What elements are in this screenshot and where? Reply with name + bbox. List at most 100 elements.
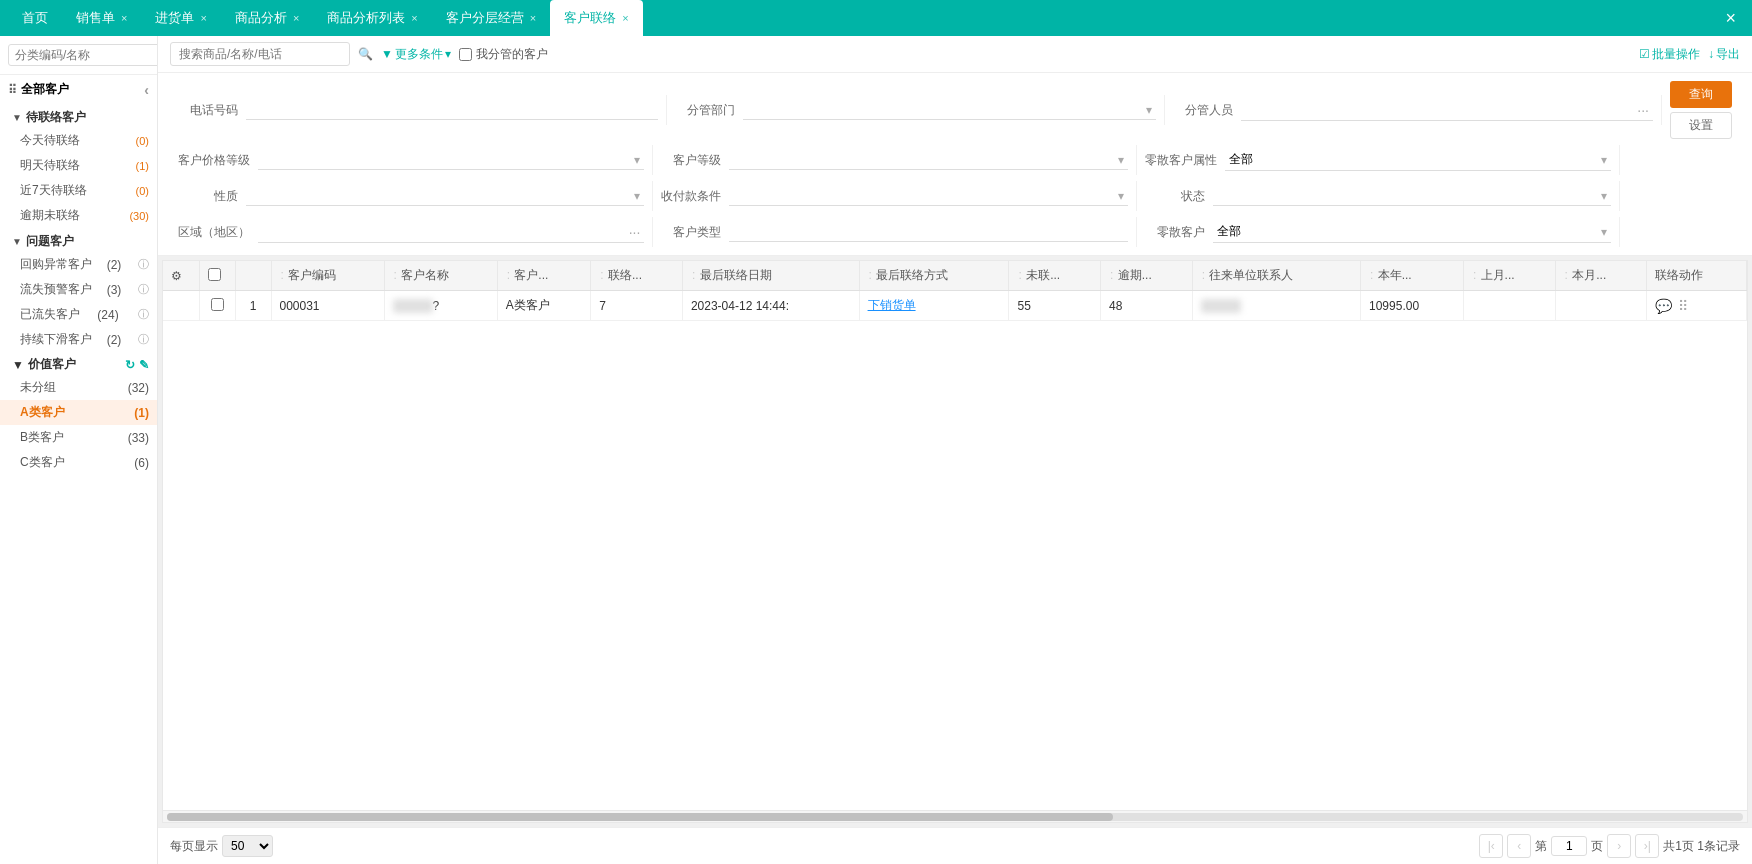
problem-group-label: ▼ 问题客户 xyxy=(0,228,157,252)
churn-warning-info-icon: ⓘ xyxy=(138,282,149,297)
scrollbar-track[interactable] xyxy=(167,813,1743,821)
more-conditions-btn[interactable]: ▼ 更多条件 ▾ xyxy=(381,46,451,63)
col-this-year[interactable]: : 本年... xyxy=(1361,261,1464,291)
payment-dropdown[interactable]: ▾ xyxy=(729,187,1127,206)
close-sales-tab[interactable]: × xyxy=(121,12,127,24)
col-last-contact-method[interactable]: : 最后联络方式 xyxy=(859,261,1009,291)
tab-customer-contact[interactable]: 客户联络 × xyxy=(550,0,642,36)
sidebar-item-today-pending[interactable]: 今天待联络 (0) xyxy=(0,128,157,153)
col-not-contacted[interactable]: : 未联... xyxy=(1009,261,1101,291)
sidebar-search-input[interactable] xyxy=(8,44,158,66)
col-unit-contact[interactable]: : 往来单位联系人 xyxy=(1192,261,1360,291)
tab-purchase[interactable]: 进货单 × xyxy=(141,0,220,36)
filter-cell-customer-type: 客户类型 xyxy=(653,217,1136,247)
customer-type-input[interactable] xyxy=(729,223,1127,242)
tab-goods-analysis[interactable]: 商品分析 × xyxy=(221,0,313,36)
setting-button[interactable]: 设置 xyxy=(1670,112,1732,139)
retail-attr-value: 全部 xyxy=(1229,151,1253,168)
page-input[interactable] xyxy=(1551,836,1587,856)
price-grade-dropdown[interactable]: ▾ xyxy=(258,151,644,170)
per-page-selector: 每页显示 50 100 200 xyxy=(170,835,273,857)
export-button[interactable]: ↓ 导出 xyxy=(1708,46,1740,63)
dept-dropdown[interactable]: ▾ xyxy=(743,101,1155,120)
customer-grade-dropdown[interactable]: ▾ xyxy=(729,151,1127,170)
tab-customer-segment[interactable]: 客户分层经营 × xyxy=(432,0,550,36)
manager-dropdown[interactable]: ··· xyxy=(1241,100,1653,121)
row-action-cell: 💬 ⠿ xyxy=(1647,291,1747,321)
sidebar-item-declining[interactable]: 持续下滑客户 (2) ⓘ xyxy=(0,327,157,352)
col-settings[interactable]: ⚙ xyxy=(163,261,199,291)
col-contact[interactable]: : 联络... xyxy=(591,261,683,291)
sidebar-item-b-class[interactable]: B类客户 (33) xyxy=(0,425,157,450)
retail-attr-dropdown[interactable]: 全部 ▾ xyxy=(1225,149,1611,171)
retail-arrow-icon: ▾ xyxy=(1601,225,1607,239)
status-dropdown[interactable]: ▾ xyxy=(1213,187,1611,206)
close-customer-segment-tab[interactable]: × xyxy=(530,12,536,24)
nature-dropdown[interactable]: ▾ xyxy=(246,187,644,206)
phone-input[interactable] xyxy=(246,101,658,120)
col-overdue[interactable]: : 逾期... xyxy=(1101,261,1193,291)
sidebar-item-overdue-pending[interactable]: 逾期未联络 (30) xyxy=(0,203,157,228)
first-page-btn[interactable]: |‹ xyxy=(1479,834,1503,858)
sidebar-item-c-class[interactable]: C类客户 (6) xyxy=(0,450,157,475)
col-seq xyxy=(235,261,271,291)
close-purchase-tab[interactable]: × xyxy=(200,12,206,24)
last-contact-method-link[interactable]: 下销货单 xyxy=(868,298,916,312)
filter-search-input[interactable] xyxy=(170,42,350,66)
my-customers-filter[interactable]: 我分管的客户 xyxy=(459,46,548,63)
close-all-tabs[interactable]: × xyxy=(1717,8,1744,29)
sidebar-item-a-class[interactable]: A类客户 (1) xyxy=(0,400,157,425)
my-customers-checkbox[interactable] xyxy=(459,48,472,61)
select-all-checkbox[interactable] xyxy=(208,268,221,281)
sidebar-item-churned[interactable]: 已流失客户 (24) ⓘ xyxy=(0,302,157,327)
edit-group-icon[interactable]: ✎ xyxy=(139,358,149,372)
sidebar-item-abnormal-repurchase[interactable]: 回购异常客户 (2) ⓘ xyxy=(0,252,157,277)
filter-cell-nature: 性质 ▾ xyxy=(170,181,653,211)
prev-page-btn[interactable]: ‹ xyxy=(1507,834,1531,858)
payment-arrow-icon: ▾ xyxy=(1118,189,1124,203)
last-page-btn[interactable]: ›| xyxy=(1635,834,1659,858)
filter-search-icon[interactable]: 🔍 xyxy=(358,47,373,61)
col-last-contact-date[interactable]: : 最后联络日期 xyxy=(682,261,859,291)
tab-home[interactable]: 首页 xyxy=(8,0,62,36)
tri-icon3: ▼ xyxy=(12,358,24,372)
col-last-month[interactable]: : 上月... xyxy=(1463,261,1555,291)
tab-goods-analysis-list[interactable]: 商品分析列表 × xyxy=(313,0,431,36)
sidebar-item-7days-pending[interactable]: 近7天待联络 (0) xyxy=(0,178,157,203)
col-this-month[interactable]: : 本月... xyxy=(1555,261,1647,291)
col-name[interactable]: : 客户名称 xyxy=(384,261,497,291)
query-button[interactable]: 查询 xyxy=(1670,81,1732,108)
per-page-select[interactable]: 50 100 200 xyxy=(222,835,273,857)
batch-op-button[interactable]: ☑ 批量操作 xyxy=(1639,46,1700,63)
sidebar-item-unclassified[interactable]: 未分组 (32) xyxy=(0,375,157,400)
row-checkbox-cell[interactable] xyxy=(199,291,235,321)
close-goods-analysis-list-tab[interactable]: × xyxy=(411,12,417,24)
col-type[interactable]: : 客户... xyxy=(497,261,591,291)
col-code[interactable]: : 客户编码 xyxy=(271,261,384,291)
row-last-month-cell xyxy=(1463,291,1555,321)
close-goods-analysis-tab[interactable]: × xyxy=(293,12,299,24)
row-last-contact-method-cell[interactable]: 下销货单 xyxy=(859,291,1009,321)
col-checkbox[interactable] xyxy=(199,261,235,291)
qr-icon[interactable]: ⠿ xyxy=(1678,298,1688,314)
next-page-btn[interactable]: › xyxy=(1607,834,1631,858)
manager-label: 分管人员 xyxy=(1173,102,1233,119)
row-not-contacted-cell: 55 xyxy=(1009,291,1101,321)
collapse-icon[interactable]: ‹ xyxy=(144,82,149,98)
tri-icon: ▼ xyxy=(12,112,22,123)
export-icon: ↓ xyxy=(1708,47,1714,61)
retail-attr-label: 零散客户属性 xyxy=(1145,152,1217,169)
row-type-cell: A类客户 xyxy=(497,291,591,321)
row-checkbox[interactable] xyxy=(211,298,224,311)
chat-icon[interactable]: 💬 xyxy=(1655,298,1672,314)
region-dropdown[interactable]: ··· xyxy=(258,222,644,243)
sidebar-item-tomorrow-pending[interactable]: 明天待联络 (1) xyxy=(0,153,157,178)
sidebar-item-churn-warning[interactable]: 流失预警客户 (3) ⓘ xyxy=(0,277,157,302)
close-customer-contact-tab[interactable]: × xyxy=(622,12,628,24)
tab-sales[interactable]: 销售单 × xyxy=(62,0,141,36)
table-header-row: ⚙ : 客户编码 : 客户名称 : 客户... : 联络... : 最后联络日期… xyxy=(163,261,1747,291)
all-customers-header[interactable]: ⠿ 全部客户 ‹ xyxy=(0,75,157,104)
retail-dropdown[interactable]: 全部 ▾ xyxy=(1213,221,1611,243)
scrollbar-thumb[interactable] xyxy=(167,813,1113,821)
refresh-icon[interactable]: ↻ xyxy=(125,358,135,372)
